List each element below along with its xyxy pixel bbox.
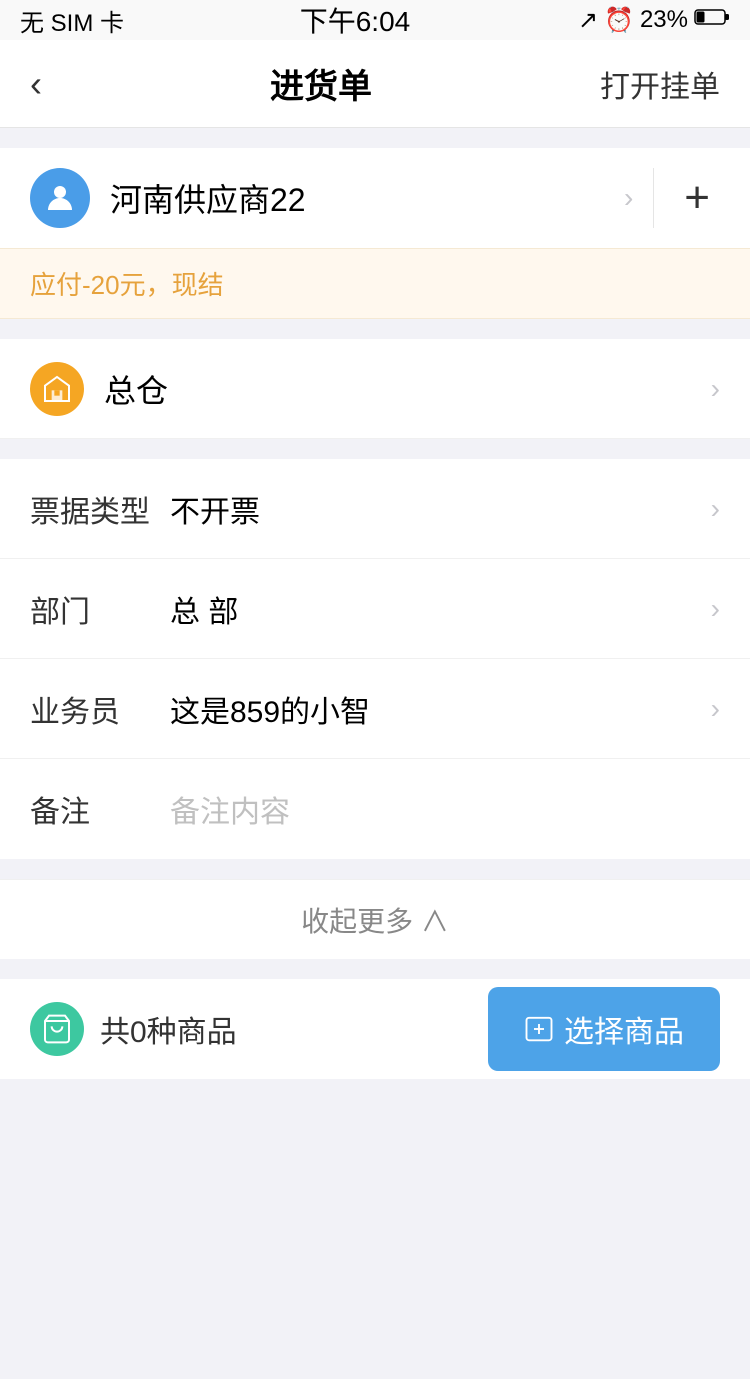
select-product-button[interactable]: 选择商品	[488, 987, 720, 1071]
salesperson-value: 这是859的小智	[170, 687, 701, 731]
warehouse-name: 总仓	[104, 366, 701, 412]
product-count-label: 共0种商品	[100, 1007, 237, 1051]
page-background	[0, 1079, 750, 1379]
remark-row[interactable]: 备注 备注内容	[0, 759, 750, 859]
supplier-avatar	[30, 168, 90, 228]
supplier-row[interactable]: 河南供应商22 › +	[0, 148, 750, 248]
warehouse-card: 总仓 ›	[0, 339, 750, 439]
department-chevron-icon: ›	[711, 593, 720, 625]
status-bar: 无 SIM 卡 下午6:04 ↗ ⏰ 23%	[0, 0, 750, 40]
alarm-icon: ⏰	[604, 6, 634, 35]
salesperson-row[interactable]: 业务员 这是859的小智 ›	[0, 659, 750, 759]
invoice-type-chevron-icon: ›	[711, 493, 720, 525]
department-row[interactable]: 部门 总 部 ›	[0, 559, 750, 659]
warehouse-icon	[30, 362, 84, 416]
status-left: 无 SIM 卡	[20, 3, 132, 38]
status-time: 下午6:04	[300, 0, 411, 40]
page-title: 进货单	[270, 59, 372, 108]
notice-text: 应付-20元，现结	[30, 270, 224, 300]
salesperson-label: 业务员	[30, 687, 150, 731]
remark-input[interactable]: 备注内容	[170, 787, 720, 831]
battery-icon	[694, 6, 730, 34]
location-icon: ↗	[578, 6, 598, 35]
warehouse-chevron-icon: ›	[711, 373, 720, 405]
remark-label: 备注	[30, 787, 150, 831]
cart-icon	[30, 1002, 84, 1056]
invoice-type-value: 不开票	[170, 487, 701, 531]
open-pending-button[interactable]: 打开挂单	[600, 62, 720, 106]
notice-banner: 应付-20元，现结	[0, 248, 750, 319]
battery-level: 23%	[640, 6, 688, 34]
bottom-bar: 共0种商品 选择商品	[0, 979, 750, 1079]
department-value: 总 部	[170, 587, 701, 631]
salesperson-chevron-icon: ›	[711, 693, 720, 725]
content-area: 河南供应商22 › + 应付-20元，现结 总仓 › 票据类	[0, 148, 750, 1379]
form-section: 票据类型 不开票 › 部门 总 部 › 业务员 这是859的小智 › 备注 备注…	[0, 459, 750, 859]
add-supplier-button[interactable]: +	[674, 173, 720, 223]
product-info: 共0种商品	[30, 1002, 237, 1056]
status-right: ↗ ⏰ 23%	[578, 6, 730, 35]
collapse-label: 收起更多 ∧	[301, 900, 449, 940]
nav-bar: ‹ 进货单 打开挂单	[0, 40, 750, 128]
back-button[interactable]: ‹	[30, 63, 42, 105]
select-product-label: 选择商品	[564, 1007, 684, 1051]
warehouse-row[interactable]: 总仓 ›	[0, 339, 750, 439]
collapse-button[interactable]: 收起更多 ∧	[0, 879, 750, 959]
supplier-card: 河南供应商22 › + 应付-20元，现结	[0, 148, 750, 319]
sim-status: 无 SIM 卡	[20, 3, 124, 38]
invoice-type-label: 票据类型	[30, 487, 150, 531]
supplier-name: 河南供应商22	[110, 175, 614, 221]
invoice-type-row[interactable]: 票据类型 不开票 ›	[0, 459, 750, 559]
supplier-divider	[653, 168, 654, 228]
department-label: 部门	[30, 587, 150, 631]
supplier-chevron-icon: ›	[624, 182, 633, 214]
